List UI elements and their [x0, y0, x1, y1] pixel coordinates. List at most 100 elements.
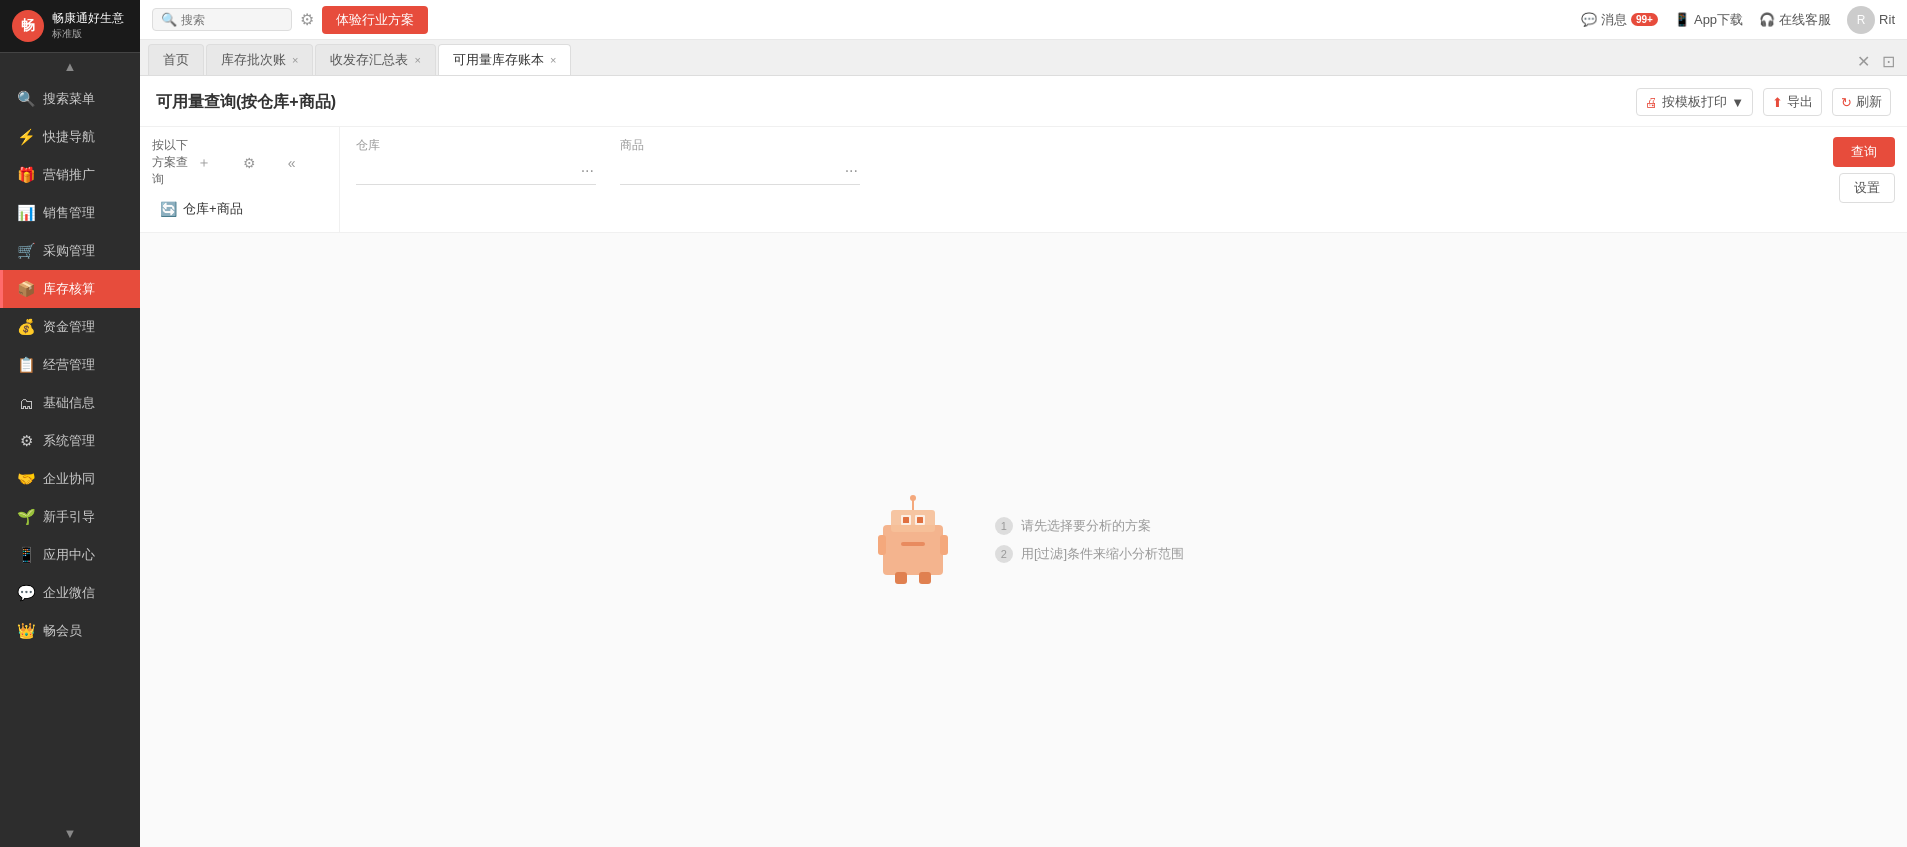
sidebar-item-basic[interactable]: 🗂基础信息 — [0, 384, 140, 422]
page-header-actions: 🖨 按模板打印 ▼ ⬆ 导出 ↻ 刷新 — [1636, 88, 1891, 116]
filter-scheme-header: 按以下方案查询 ＋ ⚙ « — [152, 137, 327, 188]
sidebar-label-shortcut: 快捷导航 — [43, 128, 95, 146]
sidebar-label-system: 系统管理 — [43, 432, 95, 450]
online-service-btn[interactable]: 🎧 在线客服 — [1759, 11, 1831, 29]
sidebar-icon-wechat: 💬 — [17, 584, 35, 602]
svg-rect-0 — [883, 525, 943, 575]
tab-available-label: 可用量库存账本 — [453, 51, 544, 69]
product-input-wrapper[interactable]: ··· — [620, 158, 860, 185]
sidebar-item-member[interactable]: 👑 畅会员 — [0, 612, 140, 650]
sidebar-scroll-up[interactable]: ▲ — [0, 53, 140, 80]
collapse-scheme-icon[interactable]: « — [288, 155, 327, 171]
sidebar-icon-purchase: 🛒 — [17, 242, 35, 260]
warehouse-input-wrapper[interactable]: ··· — [356, 158, 596, 185]
refresh-btn[interactable]: ↻ 刷新 — [1832, 88, 1891, 116]
sidebar-item-purchase[interactable]: 🛒采购管理 — [0, 232, 140, 270]
page-header: 可用量查询(按仓库+商品) 🖨 按模板打印 ▼ ⬆ 导出 ↻ 刷新 — [140, 76, 1907, 127]
print-icon: 🖨 — [1645, 95, 1658, 110]
sidebar-item-appcenter[interactable]: 📱应用中心 — [0, 536, 140, 574]
filter-scheme-panel: 按以下方案查询 ＋ ⚙ « 🔄 仓库+商品 — [140, 127, 340, 232]
warehouse-input[interactable] — [358, 164, 577, 179]
page-title: 可用量查询(按仓库+商品) — [156, 92, 336, 113]
settings-scheme-icon[interactable]: ⚙ — [243, 155, 282, 171]
tab-available[interactable]: 可用量库存账本 × — [438, 44, 571, 75]
sidebar-label-operation: 经营管理 — [43, 356, 95, 374]
sidebar-label-finance: 资金管理 — [43, 318, 95, 336]
tab-home[interactable]: 首页 — [148, 44, 204, 75]
tab-restore-btn[interactable]: ⊡ — [1878, 48, 1899, 75]
sidebar-item-finance[interactable]: 💰资金管理 — [0, 308, 140, 346]
topbar: 🔍 ⚙ 体验行业方案 💬 消息 99+ 📱 App下载 🎧 在线客服 R Rit — [140, 0, 1907, 40]
sidebar-label-search: 搜索菜单 — [43, 90, 95, 108]
tab-available-close[interactable]: × — [550, 54, 556, 66]
hint-num-2: 2 — [995, 545, 1013, 563]
page-content: 可用量查询(按仓库+商品) 🖨 按模板打印 ▼ ⬆ 导出 ↻ 刷新 — [140, 76, 1907, 847]
print-btn[interactable]: 🖨 按模板打印 ▼ — [1636, 88, 1753, 116]
filter-fields: 仓库 ··· 商品 ··· — [340, 127, 1821, 232]
sidebar-icon-system: ⚙ — [17, 432, 35, 450]
sidebar-item-system[interactable]: ⚙ 系统管理 — [0, 422, 140, 460]
app-download-btn[interactable]: 📱 App下载 — [1674, 11, 1743, 29]
sidebar-item-marketing[interactable]: 🎁营销推广 — [0, 156, 140, 194]
sidebar-label-inventory: 库存核算 — [43, 280, 95, 298]
sidebar-label-member: 畅会员 — [43, 622, 82, 640]
sidebar-item-wechat[interactable]: 💬 企业微信 — [0, 574, 140, 612]
hint-text-2: 用[过滤]条件来缩小分析范围 — [1021, 545, 1184, 563]
query-button[interactable]: 查询 — [1833, 137, 1895, 167]
empty-hints: 1 请先选择要分析的方案 2 用[过滤]条件来缩小分析范围 — [995, 517, 1184, 563]
sidebar-scroll-down[interactable]: ▼ — [0, 820, 140, 847]
sidebar-item-search[interactable]: 🔍搜索菜单 — [0, 80, 140, 118]
sidebar-icon-enterprise: 🤝 — [17, 470, 35, 488]
tab-home-label: 首页 — [163, 51, 189, 69]
app-icon: 📱 — [1674, 12, 1690, 27]
scheme-item-warehouse-product[interactable]: 🔄 仓库+商品 — [152, 196, 327, 222]
tab-close-current-btn[interactable]: ✕ — [1853, 48, 1874, 75]
sidebar-item-operation[interactable]: 📋经营管理 — [0, 346, 140, 384]
export-btn[interactable]: ⬆ 导出 — [1763, 88, 1822, 116]
search-input[interactable] — [181, 13, 271, 27]
sidebar-item-enterprise[interactable]: 🤝企业协同 — [0, 460, 140, 498]
sidebar-nav: 🔍搜索菜单 ⚡ 快捷导航 🎁营销推广📊销售管理🛒采购管理📦库存核算💰资金管理📋经营管理… — [0, 80, 140, 820]
export-label: 导出 — [1787, 93, 1813, 111]
sidebar-logo: 畅 — [12, 10, 44, 42]
sidebar-item-newguide[interactable]: 🌱新手引导 — [0, 498, 140, 536]
filter-scheme-label: 按以下方案查询 — [152, 137, 191, 188]
user-menu[interactable]: R Rit — [1847, 6, 1895, 34]
gear-icon[interactable]: ⚙ — [300, 10, 314, 29]
message-badge: 99+ — [1631, 13, 1658, 26]
tabbar: 首页 库存批次账 × 收发存汇总表 × 可用量库存账本 × ✕ ⊡ — [140, 40, 1907, 76]
topbar-search-box[interactable]: 🔍 — [152, 8, 292, 31]
sidebar-label-wechat: 企业微信 — [43, 584, 95, 602]
empty-state: 1 请先选择要分析的方案 2 用[过滤]条件来缩小分析范围 — [140, 233, 1907, 847]
sidebar-item-shortcut[interactable]: ⚡ 快捷导航 — [0, 118, 140, 156]
svg-rect-6 — [901, 542, 925, 546]
scheme-item-icon: 🔄 — [160, 201, 177, 217]
tab-summary-close[interactable]: × — [414, 54, 420, 66]
product-more-icon[interactable]: ··· — [845, 162, 858, 180]
tab-actions: ✕ ⊡ — [1853, 48, 1907, 75]
refresh-label: 刷新 — [1856, 93, 1882, 111]
sidebar-icon-member: 👑 — [17, 622, 35, 640]
search-icon: 🔍 — [161, 12, 177, 27]
tab-summary[interactable]: 收发存汇总表 × — [315, 44, 435, 75]
headset-icon: 🎧 — [1759, 12, 1775, 27]
tab-batch-label: 库存批次账 — [221, 51, 286, 69]
settings-button[interactable]: 设置 — [1839, 173, 1895, 203]
message-btn[interactable]: 💬 消息 99+ — [1581, 11, 1658, 29]
product-input[interactable] — [622, 164, 841, 179]
sidebar-icon-basic: 🗂 — [17, 395, 35, 412]
sidebar-item-sales[interactable]: 📊销售管理 — [0, 194, 140, 232]
sidebar-icon-shortcut: ⚡ — [17, 128, 35, 146]
export-icon: ⬆ — [1772, 95, 1783, 110]
sidebar-icon-sales: 📊 — [17, 204, 35, 222]
main-content: 🔍 ⚙ 体验行业方案 💬 消息 99+ 📱 App下载 🎧 在线客服 R Rit — [140, 0, 1907, 847]
filter-field-product: 商品 ··· — [620, 137, 860, 185]
filter-field-warehouse: 仓库 ··· — [356, 137, 596, 185]
warehouse-more-icon[interactable]: ··· — [581, 162, 594, 180]
svg-rect-5 — [917, 517, 923, 523]
tab-batch[interactable]: 库存批次账 × — [206, 44, 313, 75]
tab-batch-close[interactable]: × — [292, 54, 298, 66]
add-scheme-icon[interactable]: ＋ — [197, 154, 236, 172]
trial-button[interactable]: 体验行业方案 — [322, 6, 428, 34]
sidebar-item-inventory[interactable]: 📦库存核算 — [0, 270, 140, 308]
